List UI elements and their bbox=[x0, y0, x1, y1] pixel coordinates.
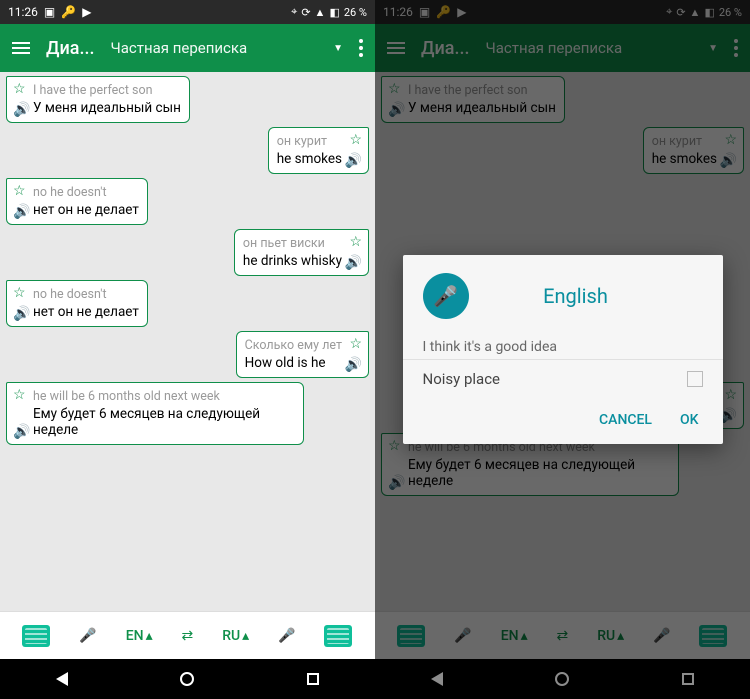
battery-text: 26 % bbox=[344, 6, 367, 19]
target-text: How old is he bbox=[245, 355, 342, 371]
overflow-icon[interactable] bbox=[359, 39, 363, 57]
app-bar: Диа... Частная переписка ▼ bbox=[0, 24, 375, 72]
speaker-icon[interactable]: 🔊 bbox=[345, 357, 362, 373]
message-bubble[interactable]: ☆ 🔊 no he doesn't нет он не делает bbox=[6, 280, 148, 327]
source-text: он пьет виски bbox=[243, 236, 342, 251]
voice-dialog: 🎤 English I think it's a good idea Noisy… bbox=[403, 255, 723, 444]
target-text: нет он не делает bbox=[33, 202, 139, 218]
play-icon: ▶ bbox=[82, 5, 91, 19]
speaker-icon[interactable]: 🔊 bbox=[345, 153, 362, 169]
recognized-text: I think it's a good idea bbox=[403, 327, 723, 359]
chat-content: ☆ 🔊 I have the perfect son У меня идеаль… bbox=[0, 72, 375, 611]
speaker-icon[interactable]: 🔊 bbox=[13, 204, 30, 220]
noisy-row[interactable]: Noisy place bbox=[403, 359, 723, 398]
star-icon[interactable]: ☆ bbox=[349, 336, 362, 352]
target-text: У меня идеальный сын bbox=[33, 100, 181, 116]
keyboard-icon[interactable] bbox=[324, 625, 352, 647]
battery-icon: ◧ bbox=[329, 6, 339, 19]
ok-button[interactable]: OK bbox=[680, 412, 699, 428]
noisy-label: Noisy place bbox=[423, 370, 501, 388]
source-text: он курит bbox=[277, 134, 342, 149]
target-text: Ему будет 6 месяцев на следующей неделе bbox=[33, 406, 295, 438]
dropdown-icon[interactable]: ▼ bbox=[333, 43, 343, 54]
lang-left[interactable]: EN ▴ bbox=[126, 628, 153, 644]
app-title: Диа... bbox=[46, 38, 94, 59]
location-icon: ⌖ bbox=[291, 5, 297, 19]
sync-icon: ⟳ bbox=[301, 6, 310, 19]
image-icon: ▣ bbox=[44, 5, 55, 19]
message-bubble[interactable]: ☆ 🔊 он пьет виски he drinks whisky bbox=[234, 229, 369, 276]
mic-icon[interactable]: 🎤 bbox=[278, 628, 295, 644]
key-icon: 🔑 bbox=[61, 5, 76, 19]
mic-icon[interactable]: 🎤 bbox=[79, 628, 96, 644]
home-icon[interactable] bbox=[180, 672, 194, 686]
menu-icon[interactable] bbox=[12, 47, 30, 49]
nav-bar bbox=[0, 659, 375, 699]
star-icon[interactable]: ☆ bbox=[13, 183, 26, 199]
message-bubble[interactable]: ☆ 🔊 no he doesn't нет он не делает bbox=[6, 178, 148, 225]
app-subtitle[interactable]: Частная переписка bbox=[110, 39, 313, 57]
source-text: no he doesn't bbox=[33, 185, 139, 200]
target-text: нет он не делает bbox=[33, 304, 139, 320]
phone-left: 11:26 ▣ 🔑 ▶ ⌖ ⟳ ▲ ◧ 26 % Диа... Частная … bbox=[0, 0, 375, 699]
message-bubble[interactable]: ☆ 🔊 he will be 6 months old next week Ем… bbox=[6, 382, 304, 445]
mic-button[interactable]: 🎤 bbox=[423, 273, 469, 319]
bottom-bar: 🎤 EN ▴ ⇄ RU ▴ 🎤 bbox=[0, 611, 375, 659]
status-time: 11:26 bbox=[8, 5, 38, 19]
wifi-icon: ▲ bbox=[315, 6, 326, 19]
modal-overlay[interactable]: 🎤 English I think it's a good idea Noisy… bbox=[375, 0, 750, 699]
speaker-icon[interactable]: 🔊 bbox=[345, 255, 362, 271]
recent-icon[interactable] bbox=[307, 673, 319, 685]
keyboard-icon[interactable] bbox=[22, 625, 50, 647]
phone-right: 11:26 ▣ 🔑 ▶ ⌖ ⟳ ▲ ◧ 26 % Диа... Частная … bbox=[375, 0, 750, 699]
source-text: he will be 6 months old next week bbox=[33, 389, 295, 404]
source-text: Сколько ему лет bbox=[245, 338, 342, 353]
dialog-language: English bbox=[489, 284, 663, 308]
source-text: I have the perfect son bbox=[33, 83, 181, 98]
star-icon[interactable]: ☆ bbox=[349, 132, 362, 148]
star-icon[interactable]: ☆ bbox=[13, 81, 26, 97]
lang-right[interactable]: RU ▴ bbox=[222, 628, 249, 644]
swap-icon[interactable]: ⇄ bbox=[182, 628, 194, 644]
star-icon[interactable]: ☆ bbox=[13, 285, 26, 301]
target-text: he drinks whisky bbox=[243, 253, 342, 269]
star-icon[interactable]: ☆ bbox=[349, 234, 362, 250]
speaker-icon[interactable]: 🔊 bbox=[13, 306, 30, 322]
message-bubble[interactable]: ☆ 🔊 он курит he smokes bbox=[268, 127, 369, 174]
speaker-icon[interactable]: 🔊 bbox=[13, 102, 30, 118]
cancel-button[interactable]: CANCEL bbox=[599, 412, 652, 428]
message-bubble[interactable]: ☆ 🔊 Сколько ему лет How old is he bbox=[236, 331, 369, 378]
speaker-icon[interactable]: 🔊 bbox=[13, 424, 30, 440]
back-icon[interactable] bbox=[56, 672, 68, 686]
target-text: he smokes bbox=[277, 151, 342, 167]
message-bubble[interactable]: ☆ 🔊 I have the perfect son У меня идеаль… bbox=[6, 76, 190, 123]
noisy-checkbox[interactable] bbox=[687, 371, 703, 387]
status-bar: 11:26 ▣ 🔑 ▶ ⌖ ⟳ ▲ ◧ 26 % bbox=[0, 0, 375, 24]
star-icon[interactable]: ☆ bbox=[13, 387, 26, 403]
source-text: no he doesn't bbox=[33, 287, 139, 302]
